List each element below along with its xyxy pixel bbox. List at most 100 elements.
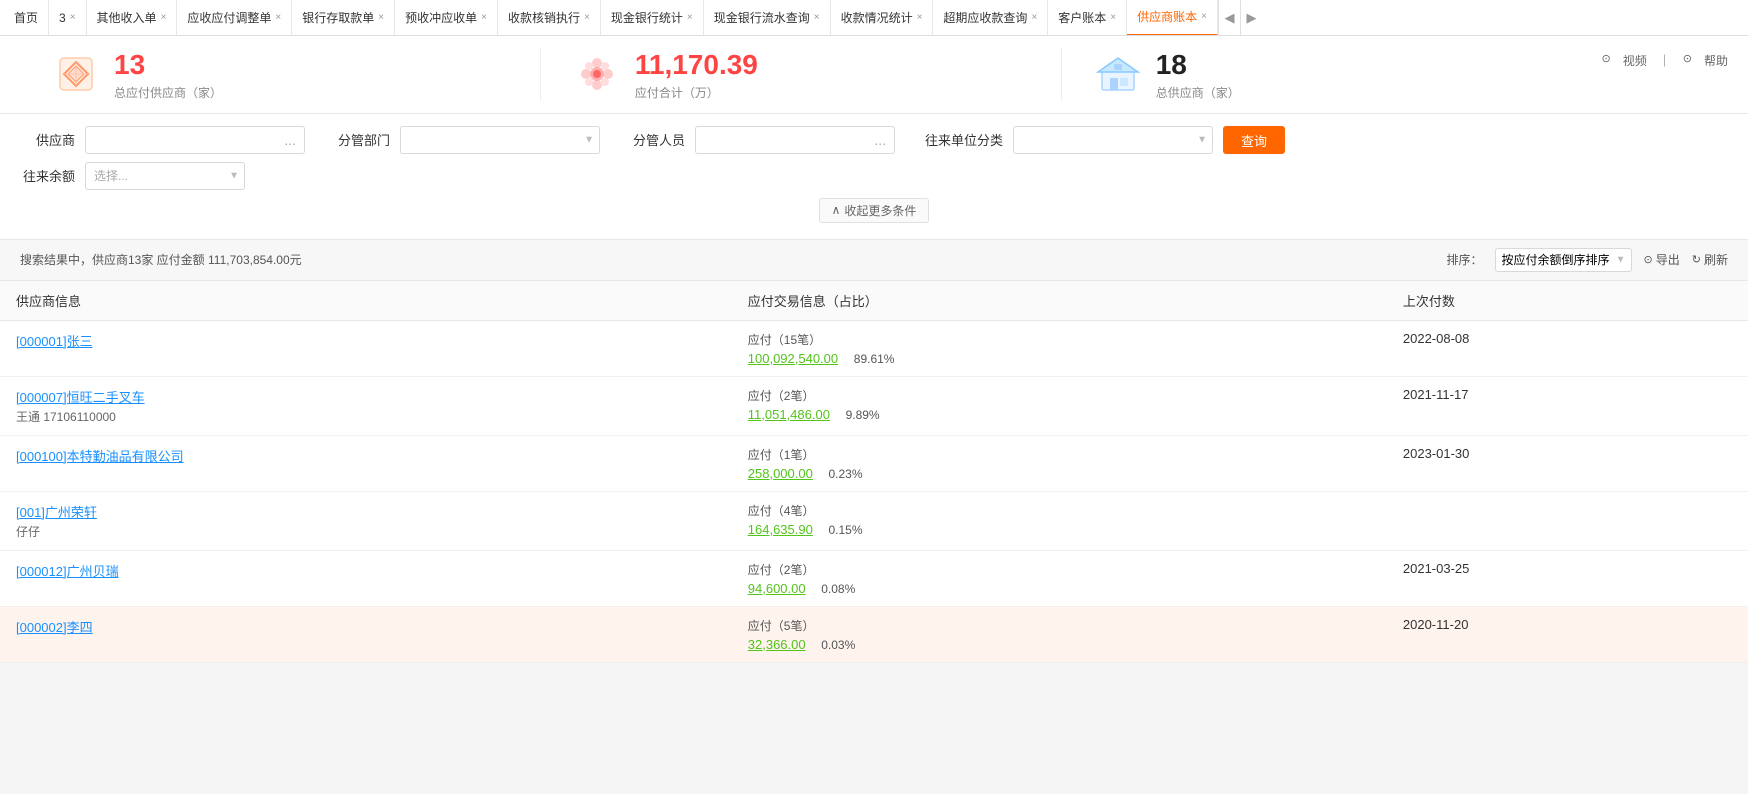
nav-tab-collection-stats[interactable]: 收款情况统计 × (831, 0, 934, 36)
chevron-down-icon: ▼ (1197, 134, 1207, 145)
tx-amount-row: 164,635.90 0.15% (748, 522, 1371, 537)
supplier-link[interactable]: [000001]张三 (16, 334, 93, 349)
supplier-link[interactable]: [001]广州荣轩 (16, 505, 97, 520)
supplier-filter-label: 供应商 (20, 130, 75, 149)
nav-tab-prepay[interactable]: 预收冲应收单 × (395, 0, 498, 36)
nav-tab-home[interactable]: 首页 (4, 0, 49, 36)
nav-tab-label: 应收应付调整单 (187, 9, 271, 26)
person-input[interactable]: ... (695, 126, 895, 154)
category-filter-label: 往来单位分类 (925, 130, 1003, 149)
close-icon[interactable]: × (378, 12, 384, 23)
nav-tab-other-income[interactable]: 其他收入单 × (87, 0, 178, 36)
close-icon[interactable]: × (1110, 12, 1116, 23)
amount-link[interactable]: 94,600.00 (748, 581, 806, 596)
help-link[interactable]: 帮助 (1704, 52, 1728, 69)
nav-tab-label: 现金银行统计 (611, 9, 683, 26)
supplier-info-cell: [001]广州荣轩仔仔 (0, 491, 732, 550)
close-icon[interactable]: × (584, 12, 590, 23)
nav-tab-label: 首页 (14, 9, 38, 26)
close-icon[interactable]: × (161, 12, 167, 23)
supplier-info-cell: [000002]李四 (0, 606, 732, 662)
close-icon[interactable]: × (1031, 12, 1037, 23)
nav-tab-collect-exec[interactable]: 收款核销执行 × (498, 0, 601, 36)
tx-info-cell: 应付（5笔） 32,366.00 0.03% (732, 606, 1387, 662)
nav-tab-bank-deposit[interactable]: 银行存取款单 × (292, 0, 395, 36)
refresh-button[interactable]: ↻ 刷新 (1692, 251, 1728, 268)
col-tx-info: 应付交易信息（占比） (732, 281, 1387, 321)
filter-row-1: 供应商 ... 分管部门 ▼ 分管人员 ... 往来单位分类 ▼ 查询 (20, 126, 1728, 154)
collapse-button[interactable]: ∧ 收起更多条件 (819, 198, 930, 223)
summary-bar: 13 总应付供应商（家） 11,170.39 应付合计（万） (0, 36, 1748, 114)
close-icon[interactable]: × (481, 12, 487, 23)
results-bar: 搜索结果中，供应商13家 应付金额 111,703,854.00元 排序： 按应… (0, 240, 1748, 281)
tx-label: 应付（4笔） (748, 502, 1371, 519)
tx-amount-row: 100,092,540.00 89.61% (748, 351, 1371, 366)
supplier-sub-info: 王通 17106110000 (16, 408, 716, 425)
sort-select[interactable]: 按应付余额倒序排序 (1495, 248, 1632, 272)
supplier-link[interactable]: [000012]广州贝瑞 (16, 564, 119, 579)
supplier-input[interactable]: ... (85, 126, 305, 154)
chevron-down-icon: ▼ (229, 170, 239, 181)
last-payment-date: 2023-01-30 (1403, 446, 1470, 461)
balance-select[interactable]: 选择... ▼ (85, 162, 245, 190)
amount-link[interactable]: 164,635.90 (748, 522, 813, 537)
nav-tab-ar-adjustment[interactable]: 应收应付调整单 × (177, 0, 292, 36)
supplier-link[interactable]: [000002]李四 (16, 620, 93, 635)
supplier-link[interactable]: [000100]本特勤油品有限公司 (16, 449, 184, 464)
tx-label: 应付（2笔） (748, 387, 1371, 404)
category-select[interactable]: ▼ (1013, 126, 1213, 154)
tx-percentage: 0.15% (816, 523, 862, 537)
last-payment-date: 2021-11-17 (1403, 387, 1469, 402)
last-payment-cell: 2023-01-30 (1387, 435, 1748, 491)
close-icon[interactable]: × (814, 12, 820, 23)
tx-info-cell: 应付（15笔） 100,092,540.00 89.61% (732, 320, 1387, 376)
supplier-sub-info: 仔仔 (16, 523, 716, 540)
tx-percentage: 0.08% (809, 582, 855, 596)
nav-tab-label: 银行存取款单 (302, 9, 374, 26)
amount-link[interactable]: 11,051,486.00 (748, 407, 830, 422)
nav-tab-cash-flow[interactable]: 现金银行流水查询 × (704, 0, 831, 36)
chevron-down-icon: ▼ (584, 134, 594, 145)
video-link[interactable]: 视频 (1623, 52, 1647, 69)
nav-tab-label: 3 (59, 11, 66, 25)
total-payable-label: 应付合计（万） (635, 84, 758, 101)
filter-area: 供应商 ... 分管部门 ▼ 分管人员 ... 往来单位分类 ▼ 查询 (0, 114, 1748, 240)
category-select-wrapper: ▼ (1013, 126, 1213, 154)
circle-icon: ⊙ (1602, 52, 1611, 69)
last-payment-date: 2022-08-08 (1403, 331, 1470, 346)
nav-tab-label: 供应商账本 (1137, 8, 1197, 25)
supplier-dots[interactable]: ... (284, 132, 296, 148)
tx-label: 应付（5笔） (748, 617, 1371, 634)
payable-suppliers-label: 总应付供应商（家） (114, 84, 222, 101)
query-button[interactable]: 查询 (1223, 126, 1285, 154)
close-icon[interactable]: × (1201, 11, 1207, 22)
export-button[interactable]: ⊙ 导出 (1644, 251, 1680, 268)
nav-tab-customer-ledger[interactable]: 客户账本 × (1048, 0, 1127, 36)
nav-tab-3[interactable]: 3 × (49, 0, 87, 36)
close-icon[interactable]: × (917, 12, 923, 23)
close-icon[interactable]: × (70, 12, 76, 23)
nav-prev-arrow[interactable]: ◀ (1218, 0, 1240, 36)
nav-tab-supplier-ledger[interactable]: 供应商账本 × (1127, 0, 1218, 36)
amount-link[interactable]: 32,366.00 (748, 637, 806, 652)
nav-tab-overdue[interactable]: 超期应收款查询 × (933, 0, 1048, 36)
tx-info-cell: 应付（4笔） 164,635.90 0.15% (732, 491, 1387, 550)
amount-link[interactable]: 258,000.00 (748, 466, 813, 481)
person-dots[interactable]: ... (874, 132, 886, 148)
last-payment-cell: 2020-11-20 (1387, 606, 1748, 662)
table-row: [001]广州荣轩仔仔应付（4笔） 164,635.90 0.15% (0, 491, 1748, 550)
supplier-link[interactable]: [000007]恒旺二手叉车 (16, 390, 145, 405)
amount-link[interactable]: 100,092,540.00 (748, 351, 838, 366)
table-container: 供应商信息 应付交易信息（占比） 上次付数 [000001]张三应付（15笔） … (0, 281, 1748, 663)
tx-info-cell: 应付（1笔） 258,000.00 0.23% (732, 435, 1387, 491)
close-icon[interactable]: × (687, 12, 693, 23)
summary-text-payable: 13 总应付供应商（家） (114, 48, 222, 101)
nav-tab-label: 其他收入单 (97, 9, 157, 26)
circle-icon2: ⊙ (1683, 52, 1692, 69)
nav-next-arrow[interactable]: ▶ (1240, 0, 1262, 36)
dept-select[interactable]: ▼ (400, 126, 600, 154)
nav-tab-label: 预收冲应收单 (405, 9, 477, 26)
flower-icon (571, 48, 623, 100)
close-icon[interactable]: × (275, 12, 281, 23)
nav-tab-cash-bank-stats[interactable]: 现金银行统计 × (601, 0, 704, 36)
